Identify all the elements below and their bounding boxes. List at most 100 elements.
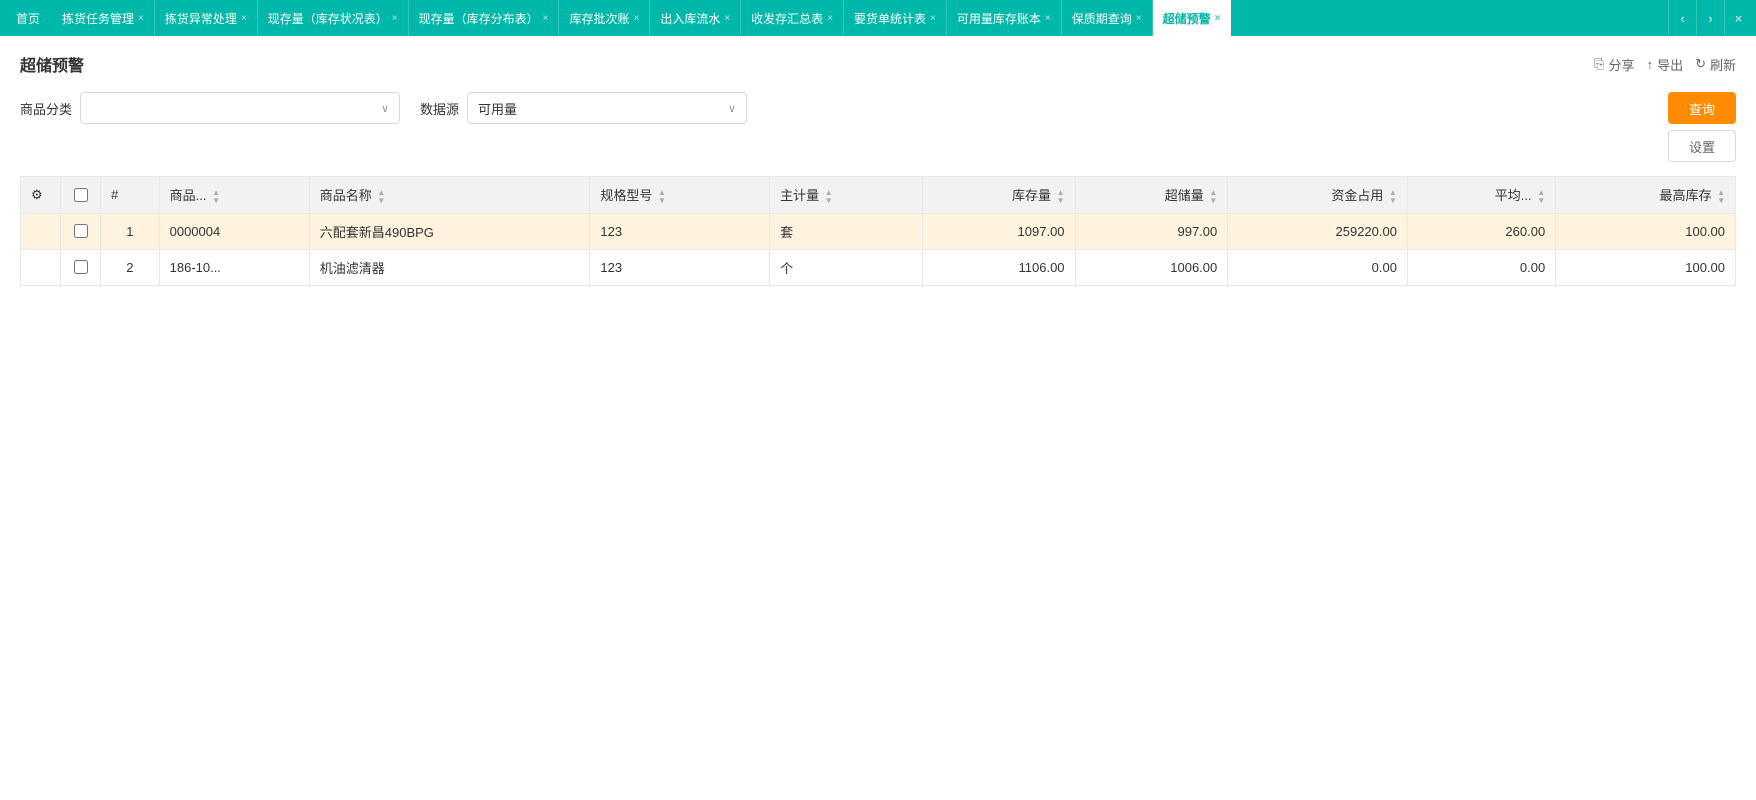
td-product-code-0: 0000004 bbox=[159, 213, 309, 249]
data-table: ⚙ # 商品... ▲▼ 商品名称 ▲▼ bbox=[20, 176, 1736, 286]
sort-product-name-icon: ▲▼ bbox=[377, 189, 385, 205]
share-button[interactable]: ⎘ 分享 bbox=[1594, 55, 1634, 74]
close-tab-6[interactable]: × bbox=[827, 13, 833, 24]
settings-button[interactable]: 设置 bbox=[1668, 130, 1736, 162]
td-settings-1 bbox=[21, 249, 61, 285]
nav-tab-3[interactable]: 现存量（库存分布表） × bbox=[409, 0, 560, 36]
nav-tab-1[interactable]: 拣货异常处理 × bbox=[155, 0, 258, 36]
td-check-1 bbox=[61, 249, 101, 285]
share-label: 分享 bbox=[1609, 55, 1635, 74]
top-nav-bar: 首页 拣货任务管理 × 拣货异常处理 × 现存量（库存状况表） × 现存量（库存… bbox=[0, 0, 1756, 36]
td-spec-1: 123 bbox=[590, 249, 770, 285]
nav-tab-10[interactable]: 超储预警 × bbox=[1153, 0, 1232, 36]
td-overstock-1: 1006.00 bbox=[1075, 249, 1228, 285]
td-capital-0: 259220.00 bbox=[1228, 213, 1408, 249]
td-unit-1: 个 bbox=[770, 249, 923, 285]
td-check-0 bbox=[61, 213, 101, 249]
refresh-icon: ↻ bbox=[1695, 56, 1706, 72]
th-unit[interactable]: 主计量 ▲▼ bbox=[770, 177, 923, 214]
td-max-stock-0: 100.00 bbox=[1556, 213, 1736, 249]
datasource-chevron-icon: ∨ bbox=[728, 102, 736, 115]
datasource-filter: 数据源 可用量 ∨ bbox=[420, 92, 747, 124]
close-tab-5[interactable]: × bbox=[724, 13, 730, 24]
close-tab-10[interactable]: × bbox=[1215, 13, 1221, 24]
th-product-code[interactable]: 商品... ▲▼ bbox=[159, 177, 309, 214]
page-actions: ⎘ 分享 ↑ 导出 ↻ 刷新 bbox=[1594, 55, 1736, 74]
datasource-label: 数据源 bbox=[420, 99, 459, 118]
close-tab-2[interactable]: × bbox=[392, 13, 398, 24]
category-filter: 商品分类 ∨ bbox=[20, 92, 400, 124]
select-all-checkbox[interactable] bbox=[74, 188, 88, 202]
th-settings: ⚙ bbox=[21, 177, 61, 214]
datasource-select[interactable]: 可用量 ∨ bbox=[467, 92, 747, 124]
nav-next-button[interactable]: › bbox=[1696, 0, 1724, 36]
share-icon: ⎘ bbox=[1594, 56, 1604, 72]
nav-close-button[interactable]: × bbox=[1724, 0, 1752, 36]
refresh-label: 刷新 bbox=[1710, 55, 1736, 74]
nav-tab-2[interactable]: 现存量（库存状况表） × bbox=[258, 0, 409, 36]
row-checkbox-0[interactable] bbox=[74, 224, 88, 238]
nav-tab-0[interactable]: 拣货任务管理 × bbox=[52, 0, 155, 36]
export-label: 导出 bbox=[1657, 55, 1683, 74]
nav-tab-5[interactable]: 出入库流水 × bbox=[650, 0, 741, 36]
th-stock[interactable]: 库存量 ▲▼ bbox=[922, 177, 1075, 214]
gear-icon[interactable]: ⚙ bbox=[31, 187, 43, 202]
td-spec-0: 123 bbox=[590, 213, 770, 249]
close-tab-7[interactable]: × bbox=[930, 13, 936, 24]
td-capital-1: 0.00 bbox=[1228, 249, 1408, 285]
nav-tab-6[interactable]: 收发存汇总表 × bbox=[741, 0, 844, 36]
sort-capital-icon: ▲▼ bbox=[1389, 189, 1397, 205]
th-avg-price[interactable]: 平均... ▲▼ bbox=[1407, 177, 1555, 214]
td-seq-0: 1 bbox=[101, 213, 160, 249]
close-tab-4[interactable]: × bbox=[633, 13, 639, 24]
datasource-value: 可用量 bbox=[478, 99, 517, 118]
page-title: 超储预警 bbox=[20, 52, 84, 76]
td-avg-price-0: 260.00 bbox=[1407, 213, 1555, 249]
nav-home[interactable]: 首页 bbox=[4, 0, 52, 36]
close-tab-3[interactable]: × bbox=[543, 13, 549, 24]
main-content: 超储预警 ⎘ 分享 ↑ 导出 ↻ 刷新 商品分类 ∨ bbox=[0, 36, 1756, 800]
td-product-code-1: 186-10... bbox=[159, 249, 309, 285]
td-seq-1: 2 bbox=[101, 249, 160, 285]
td-settings-0 bbox=[21, 213, 61, 249]
td-max-stock-1: 100.00 bbox=[1556, 249, 1736, 285]
nav-prev-button[interactable]: ‹ bbox=[1668, 0, 1696, 36]
page-header: 超储预警 ⎘ 分享 ↑ 导出 ↻ 刷新 bbox=[20, 52, 1736, 76]
th-product-name[interactable]: 商品名称 ▲▼ bbox=[309, 177, 590, 214]
th-max-stock[interactable]: 最高库存 ▲▼ bbox=[1556, 177, 1736, 214]
nav-tab-4[interactable]: 库存批次账 × bbox=[559, 0, 650, 36]
th-spec[interactable]: 规格型号 ▲▼ bbox=[590, 177, 770, 214]
nav-tab-8[interactable]: 可用量库存账本 × bbox=[947, 0, 1062, 36]
th-overstock[interactable]: 超储量 ▲▼ bbox=[1075, 177, 1228, 214]
sort-unit-icon: ▲▼ bbox=[825, 189, 833, 205]
sort-spec-icon: ▲▼ bbox=[658, 189, 666, 205]
table-header-row: ⚙ # 商品... ▲▼ 商品名称 ▲▼ bbox=[21, 177, 1736, 214]
td-stock-1: 1106.00 bbox=[922, 249, 1075, 285]
td-overstock-0: 997.00 bbox=[1075, 213, 1228, 249]
close-tab-1[interactable]: × bbox=[241, 13, 247, 24]
action-buttons: 查询 设置 bbox=[1668, 92, 1736, 162]
sort-stock-icon: ▲▼ bbox=[1057, 189, 1065, 205]
th-seq: # bbox=[101, 177, 160, 214]
td-avg-price-1: 0.00 bbox=[1407, 249, 1555, 285]
nav-tab-7[interactable]: 要货单统计表 × bbox=[844, 0, 947, 36]
refresh-button[interactable]: ↻ 刷新 bbox=[1695, 55, 1736, 74]
category-chevron-icon: ∨ bbox=[381, 102, 389, 115]
table-row: 2 186-10... 机油滤清器 123 个 1106.00 1006.00 … bbox=[21, 249, 1736, 285]
td-product-name-1: 机油滤清器 bbox=[309, 249, 590, 285]
td-stock-0: 1097.00 bbox=[922, 213, 1075, 249]
nav-tab-9[interactable]: 保质期查询 × bbox=[1062, 0, 1153, 36]
td-product-name-0: 六配套新昌490BPG bbox=[309, 213, 590, 249]
th-capital[interactable]: 资金占用 ▲▼ bbox=[1228, 177, 1408, 214]
export-icon: ↑ bbox=[1647, 57, 1654, 72]
query-button[interactable]: 查询 bbox=[1668, 92, 1736, 124]
export-button[interactable]: ↑ 导出 bbox=[1647, 55, 1684, 74]
th-check bbox=[61, 177, 101, 214]
close-tab-8[interactable]: × bbox=[1045, 13, 1051, 24]
row-checkbox-1[interactable] bbox=[74, 260, 88, 274]
sort-max-stock-icon: ▲▼ bbox=[1717, 189, 1725, 205]
close-tab-0[interactable]: × bbox=[138, 13, 144, 24]
close-tab-9[interactable]: × bbox=[1136, 13, 1142, 24]
category-select[interactable]: ∨ bbox=[80, 92, 400, 124]
table-row: 1 0000004 六配套新昌490BPG 123 套 1097.00 997.… bbox=[21, 213, 1736, 249]
